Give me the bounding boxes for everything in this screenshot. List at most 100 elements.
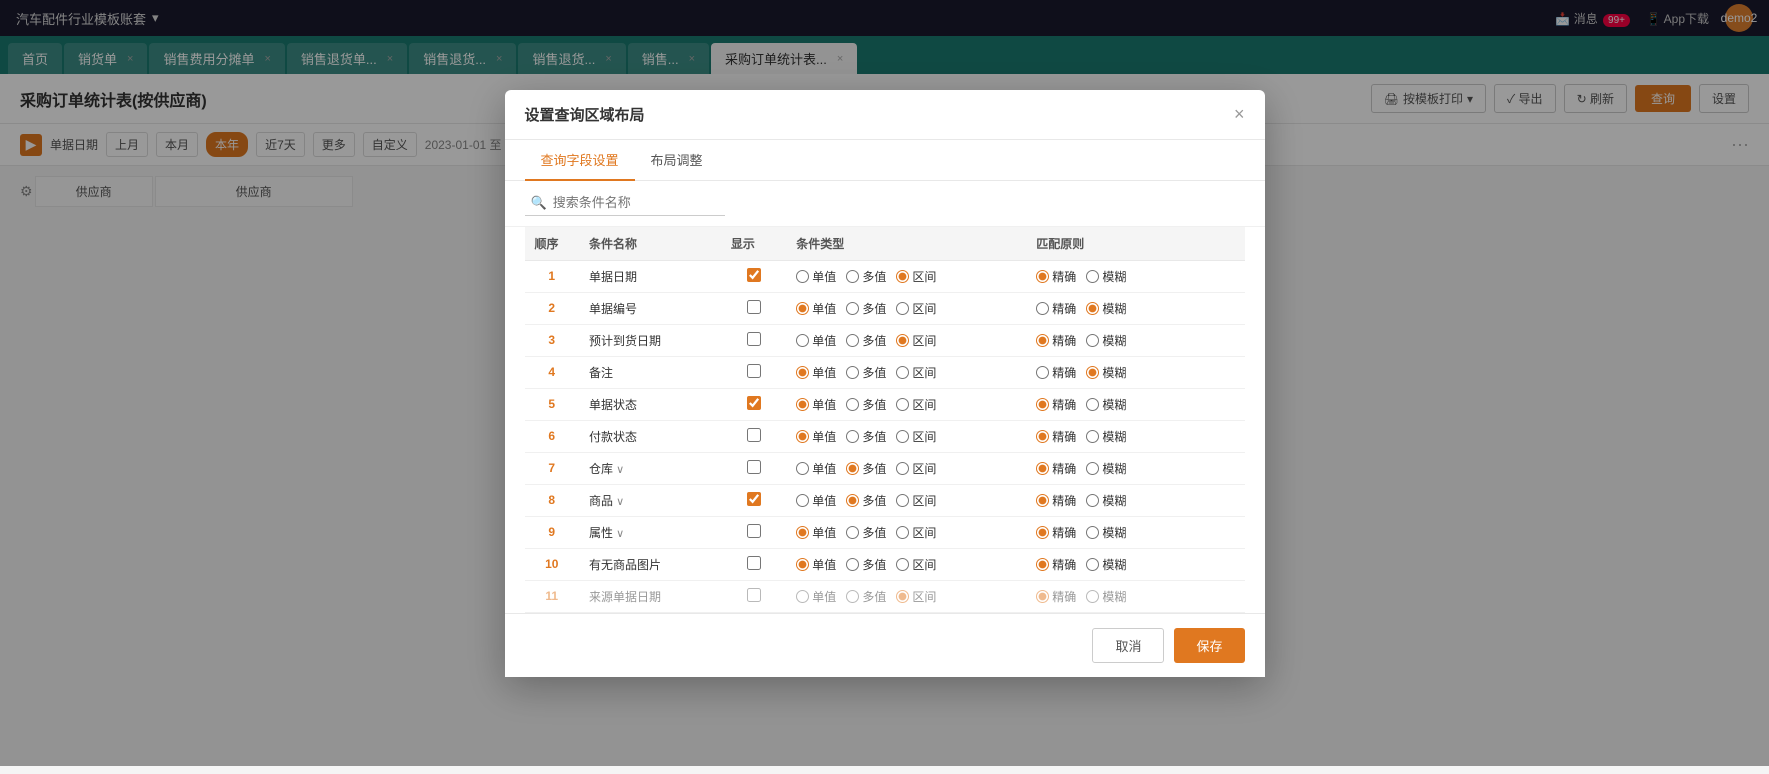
type-radio-type_range[interactable]: 区间 <box>896 556 936 573</box>
type-radio-type_single[interactable]: 单值 <box>796 268 836 285</box>
type-radio-type_multi[interactable]: 多值 <box>846 492 886 509</box>
show-checkbox[interactable] <box>747 556 761 570</box>
match-radio-match_fuzzy[interactable]: 模糊 <box>1086 268 1126 285</box>
type-radio-type_range[interactable]: 区间 <box>896 364 936 381</box>
match-radio-match_fuzzy[interactable]: 模糊 <box>1086 396 1126 413</box>
type-radio-type_single[interactable]: 单值 <box>796 524 836 541</box>
match-radio-match_exact[interactable]: 精确 <box>1036 396 1076 413</box>
type-radio-type_single[interactable]: 单值 <box>796 332 836 349</box>
match-radio-match_fuzzy[interactable]: 模糊 <box>1086 588 1126 605</box>
type-radio-type_multi[interactable]: 多值 <box>846 364 886 381</box>
type-radio-type_single[interactable]: 单值 <box>796 588 836 605</box>
table-row: 2单据编号单值多值区间精确模糊 <box>525 292 1245 324</box>
row-show-cell[interactable] <box>721 516 786 548</box>
match-radio-match_fuzzy[interactable]: 模糊 <box>1086 364 1126 381</box>
chevron-down-icon: ∨ <box>613 528 624 540</box>
table-row: 3预计到货日期单值多值区间精确模糊 <box>525 324 1245 356</box>
type-radio-type_range[interactable]: 区间 <box>896 428 936 445</box>
dialog-close-button[interactable]: × <box>1234 105 1245 123</box>
row-match-cell: 精确模糊 <box>1026 452 1244 484</box>
match-radio-match_fuzzy[interactable]: 模糊 <box>1086 556 1126 573</box>
show-checkbox[interactable] <box>747 460 761 474</box>
match-radio-match_fuzzy[interactable]: 模糊 <box>1086 300 1126 317</box>
match-radio-match_fuzzy[interactable]: 模糊 <box>1086 492 1126 509</box>
match-radio-match_exact[interactable]: 精确 <box>1036 492 1076 509</box>
type-radio-type_single[interactable]: 单值 <box>796 396 836 413</box>
type-radio-type_single[interactable]: 单值 <box>796 492 836 509</box>
search-input-wrap: 🔍 <box>525 191 725 216</box>
row-show-cell[interactable] <box>721 260 786 292</box>
match-radio-match_exact[interactable]: 精确 <box>1036 332 1076 349</box>
type-radio-type_range[interactable]: 区间 <box>896 300 936 317</box>
type-radio-type_range[interactable]: 区间 <box>896 396 936 413</box>
type-radio-type_single[interactable]: 单值 <box>796 300 836 317</box>
type-radio-type_range[interactable]: 区间 <box>896 588 936 605</box>
match-radio-match_exact[interactable]: 精确 <box>1036 428 1076 445</box>
row-order: 5 <box>525 388 580 420</box>
type-radio-type_multi[interactable]: 多值 <box>846 588 886 605</box>
show-checkbox[interactable] <box>747 524 761 538</box>
cancel-button[interactable]: 取消 <box>1092 628 1164 663</box>
match-radio-match_exact[interactable]: 精确 <box>1036 588 1076 605</box>
match-radio-match_exact[interactable]: 精确 <box>1036 364 1076 381</box>
row-type-cell: 单值多值区间 <box>786 484 1026 516</box>
row-name: 备注 <box>579 356 721 388</box>
table-row: 1单据日期单值多值区间精确模糊 <box>525 260 1245 292</box>
row-show-cell[interactable] <box>721 292 786 324</box>
match-radio-match_exact[interactable]: 精确 <box>1036 556 1076 573</box>
type-radio-type_single[interactable]: 单值 <box>796 556 836 573</box>
search-input[interactable] <box>553 195 713 210</box>
row-show-cell[interactable] <box>721 580 786 612</box>
show-checkbox[interactable] <box>747 300 761 314</box>
show-checkbox[interactable] <box>747 492 761 506</box>
type-radio-type_multi[interactable]: 多值 <box>846 524 886 541</box>
row-show-cell[interactable] <box>721 452 786 484</box>
row-show-cell[interactable] <box>721 356 786 388</box>
show-checkbox[interactable] <box>747 364 761 378</box>
match-radio-match_fuzzy[interactable]: 模糊 <box>1086 524 1126 541</box>
type-radio-type_multi[interactable]: 多值 <box>846 396 886 413</box>
row-name: 有无商品图片 <box>579 548 721 580</box>
show-checkbox[interactable] <box>747 588 761 602</box>
type-radio-type_multi[interactable]: 多值 <box>846 268 886 285</box>
type-radio-type_range[interactable]: 区间 <box>896 492 936 509</box>
row-show-cell[interactable] <box>721 548 786 580</box>
show-checkbox[interactable] <box>747 428 761 442</box>
match-radio-match_exact[interactable]: 精确 <box>1036 460 1076 477</box>
row-order: 1 <box>525 260 580 292</box>
show-checkbox[interactable] <box>747 396 761 410</box>
type-radio-type_multi[interactable]: 多值 <box>846 556 886 573</box>
type-radio-type_multi[interactable]: 多值 <box>846 300 886 317</box>
show-checkbox[interactable] <box>747 332 761 346</box>
match-radio-match_exact[interactable]: 精确 <box>1036 300 1076 317</box>
type-radio-type_range[interactable]: 区间 <box>896 268 936 285</box>
row-order: 2 <box>525 292 580 324</box>
row-show-cell[interactable] <box>721 420 786 452</box>
row-show-cell[interactable] <box>721 388 786 420</box>
type-radio-type_range[interactable]: 区间 <box>896 524 936 541</box>
type-radio-type_multi[interactable]: 多值 <box>846 460 886 477</box>
type-radio-type_multi[interactable]: 多值 <box>846 332 886 349</box>
save-button[interactable]: 保存 <box>1174 628 1244 663</box>
match-radio-match_fuzzy[interactable]: 模糊 <box>1086 332 1126 349</box>
table-row: 5单据状态单值多值区间精确模糊 <box>525 388 1245 420</box>
type-radio-type_single[interactable]: 单值 <box>796 428 836 445</box>
dialog-tab-fields[interactable]: 查询字段设置 <box>525 140 635 181</box>
type-radio-type_multi[interactable]: 多值 <box>846 428 886 445</box>
row-show-cell[interactable] <box>721 484 786 516</box>
type-radio-type_range[interactable]: 区间 <box>896 332 936 349</box>
table-row: 4备注单值多值区间精确模糊 <box>525 356 1245 388</box>
type-radio-type_single[interactable]: 单值 <box>796 364 836 381</box>
type-radio-type_range[interactable]: 区间 <box>896 460 936 477</box>
match-radio-match_fuzzy[interactable]: 模糊 <box>1086 428 1126 445</box>
type-radio-type_single[interactable]: 单值 <box>796 460 836 477</box>
row-type-cell: 单值多值区间 <box>786 388 1026 420</box>
row-name: 来源单据日期 <box>579 580 721 612</box>
dialog-tab-layout[interactable]: 布局调整 <box>635 140 719 181</box>
row-show-cell[interactable] <box>721 324 786 356</box>
match-radio-match_exact[interactable]: 精确 <box>1036 268 1076 285</box>
settings-dialog: 设置查询区域布局 × 查询字段设置 布局调整 🔍 顺序 条件名称 <box>505 90 1265 677</box>
match-radio-match_fuzzy[interactable]: 模糊 <box>1086 460 1126 477</box>
match-radio-match_exact[interactable]: 精确 <box>1036 524 1076 541</box>
show-checkbox[interactable] <box>747 268 761 282</box>
